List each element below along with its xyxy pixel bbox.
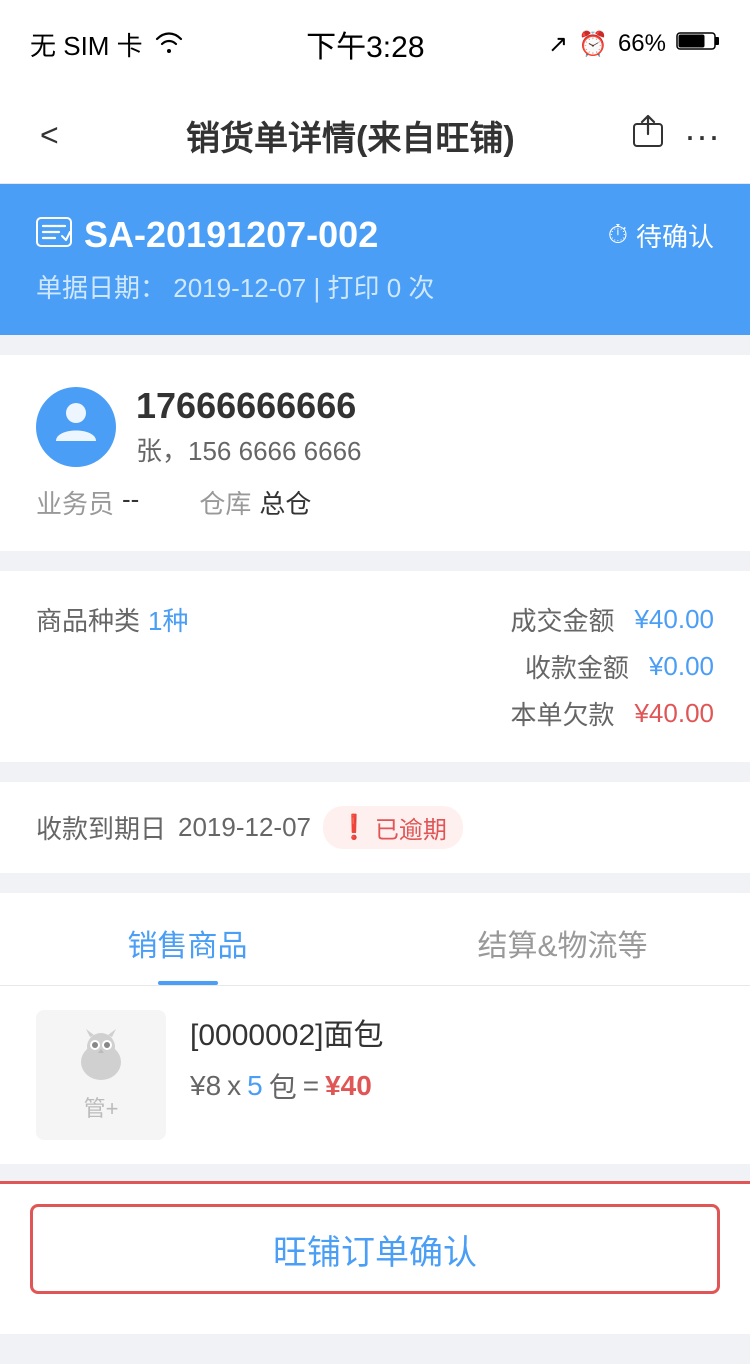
order-status: ⏱ 待确认 <box>608 217 714 254</box>
location-icon: ↗ <box>548 30 568 59</box>
received-row: 收款金额 ¥0.00 <box>525 648 714 685</box>
transaction-value: ¥40.00 <box>634 604 714 635</box>
product-type-item: 商品种类 1种 <box>36 601 188 638</box>
warehouse-item: 仓库 总仓 <box>199 484 311 521</box>
due-date-card: 收款到期日 2019-12-07 ❗ 已逾期 <box>0 782 750 873</box>
tab-settlement[interactable]: 结算&物流等 <box>375 893 750 985</box>
avatar-person-icon <box>52 397 100 456</box>
stats-right: 成交金额 ¥40.00 收款金额 ¥0.00 本单欠款 ¥40.00 <box>510 601 714 732</box>
confirm-order-button[interactable]: 旺铺订单确认 <box>30 1204 720 1294</box>
transaction-label: 成交金额 <box>510 601 614 638</box>
product-thumbnail: 管+ <box>36 1010 166 1140</box>
battery-label: 66% <box>618 30 666 58</box>
status-bar: 无 SIM 卡 下午3:28 ↗ ⏰ 66% <box>0 0 750 88</box>
more-icon[interactable]: ··· <box>684 115 720 157</box>
print-separator: | <box>313 273 327 303</box>
product-type-value: 1种 <box>148 601 188 638</box>
overdue-icon: ❗ <box>339 813 369 842</box>
print-unit: 次 <box>408 273 434 303</box>
carrier-label: 无 SIM 卡 <box>30 26 143 63</box>
product-code: [0000002] <box>190 1019 323 1052</box>
customer-meta: 业务员 -- 仓库 总仓 <box>36 484 714 521</box>
overdue-badge: ❗ 已逾期 <box>323 806 463 849</box>
wifi-icon <box>155 29 183 60</box>
owed-row: 本单欠款 ¥40.00 <box>510 695 714 732</box>
print-label: 打印 <box>327 273 379 303</box>
thumb-text: 管+ <box>84 1091 119 1123</box>
customer-name: 张，156 6666 6666 <box>136 431 362 468</box>
order-date-value: 2019-12-07 <box>173 273 306 303</box>
bottom-bar: 旺铺订单确认 <box>0 1181 750 1334</box>
due-date-label: 收款到期日 <box>36 809 166 846</box>
tab-sales-product[interactable]: 销售商品 <box>0 893 375 985</box>
export-icon[interactable] <box>632 114 664 157</box>
tabs-header: 销售商品 结算&物流等 <box>0 893 750 986</box>
warehouse-label: 仓库 <box>199 484 251 521</box>
print-count: 0 <box>387 273 401 303</box>
salesperson-label: 业务员 <box>36 484 114 521</box>
nav-bar: < 销货单详情(来自旺铺) ··· <box>0 88 750 184</box>
battery-icon <box>676 30 720 59</box>
product-type-label: 商品种类 <box>36 601 140 638</box>
order-number: SA-20191207-002 <box>84 214 378 256</box>
back-button[interactable]: < <box>30 107 69 164</box>
product-info: [0000002]面包 ¥8 x 5 包 = ¥40 <box>190 1010 714 1106</box>
product-name: [0000002]面包 <box>190 1010 714 1054</box>
unit-price: ¥8 <box>190 1070 221 1102</box>
order-header: SA-20191207-002 ⏱ 待确认 单据日期： 2019-12-07 |… <box>0 184 750 335</box>
salesperson-value: -- <box>122 484 139 521</box>
customer-phone: 17666666666 <box>136 385 362 427</box>
multiply-sign: x <box>227 1070 241 1102</box>
customer-info: 17666666666 张，156 6666 6666 <box>136 385 362 468</box>
warehouse-value: 总仓 <box>259 484 311 521</box>
received-value: ¥0.00 <box>649 651 714 682</box>
received-label: 收款金额 <box>525 648 629 685</box>
page-title: 销货单详情(来自旺铺) <box>186 111 515 160</box>
nav-actions: ··· <box>632 114 720 157</box>
order-date-row: 单据日期： 2019-12-07 | 打印 0 次 <box>36 268 714 305</box>
owed-label: 本单欠款 <box>510 695 614 732</box>
quantity: 5 <box>247 1070 263 1102</box>
status-right: ↗ ⏰ 66% <box>548 30 720 59</box>
order-header-icon <box>36 214 72 256</box>
avatar <box>36 387 116 467</box>
alarm-icon: ⏰ <box>578 30 608 59</box>
unit: 包 <box>269 1066 297 1106</box>
tabs-container: 销售商品 结算&物流等 <box>0 893 750 1164</box>
overdue-text: 已逾期 <box>375 810 447 845</box>
equals-sign: = <box>303 1070 319 1102</box>
status-text: 待确认 <box>636 217 714 254</box>
due-date-value: 2019-12-07 <box>178 812 311 843</box>
total-price: ¥40 <box>325 1070 372 1102</box>
product-item: 管+ [0000002]面包 ¥8 x 5 包 = ¥40 <box>0 986 750 1164</box>
stats-card: 商品种类 1种 成交金额 ¥40.00 收款金额 ¥0.00 本单欠款 ¥40.… <box>0 571 750 762</box>
order-id-row: SA-20191207-002 <box>36 214 378 256</box>
product-title: 面包 <box>323 1019 383 1052</box>
product-price-row: ¥8 x 5 包 = ¥40 <box>190 1066 714 1106</box>
customer-card: 17666666666 张，156 6666 6666 业务员 -- 仓库 总仓 <box>0 355 750 551</box>
date-label: 单据日期： <box>36 273 166 303</box>
salesperson-item: 业务员 -- <box>36 484 139 521</box>
owed-value: ¥40.00 <box>634 698 714 729</box>
status-clock-icon: ⏱ <box>608 219 628 251</box>
status-left: 无 SIM 卡 <box>30 26 183 63</box>
transaction-row: 成交金额 ¥40.00 <box>510 601 714 638</box>
status-time: 下午3:28 <box>306 22 424 66</box>
stats-left: 商品种类 1种 <box>36 601 188 646</box>
